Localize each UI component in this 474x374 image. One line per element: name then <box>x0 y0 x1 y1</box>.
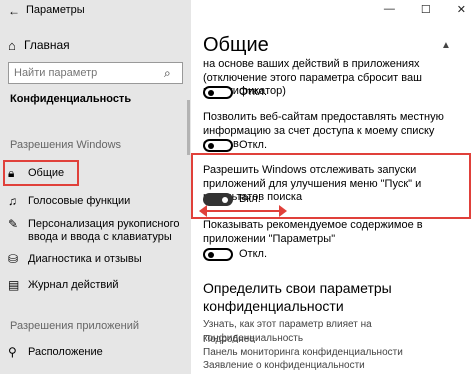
scroll-up-icon[interactable]: ▲ <box>441 40 451 51</box>
setting1-toggle[interactable] <box>203 86 233 99</box>
sidebar-item-label: Диагностика и отзывы <box>28 253 142 265</box>
search-icon[interactable]: ⌕ <box>164 66 171 81</box>
nav-home[interactable]: ⌂ Главная <box>8 37 70 53</box>
minimize-button[interactable]: — <box>384 3 395 16</box>
page-title: Общие <box>203 34 269 56</box>
diagnostics-icon: ⛁ <box>8 252 19 266</box>
back-arrow-icon[interactable]: ← <box>8 4 20 18</box>
sidebar-item-label: Журнал действий <box>28 279 119 291</box>
link-more[interactable]: Подробнее <box>203 334 255 345</box>
sidebar: ← Параметры ⌂ Главная ⌕ Конфиденциальнос… <box>0 0 191 374</box>
pen-icon: ✎ <box>8 217 19 231</box>
setting3-state: Вкл. <box>239 193 261 205</box>
lock-icon: 🔒︎ <box>8 165 15 180</box>
search-box[interactable]: ⌕ <box>8 62 183 84</box>
group-label-apps: Разрешения приложений <box>10 320 140 332</box>
link-dashboard[interactable]: Панель мониторинга конфиденциальности <box>203 347 403 358</box>
toggle-knob <box>208 90 214 96</box>
setting2-state: Откл. <box>239 139 268 151</box>
setting4-toggle[interactable] <box>203 248 233 261</box>
maximize-button[interactable]: ☐ <box>421 3 431 16</box>
setting4-state: Откл. <box>239 248 268 260</box>
arrow-line <box>205 210 279 212</box>
privacy-heading: Определить свои параметры конфиденциальн… <box>203 280 392 314</box>
search-input[interactable] <box>9 66 164 80</box>
speech-icon: ♫ <box>8 194 17 208</box>
location-icon: ⚲ <box>8 345 17 359</box>
setting1-state: Откл. <box>239 86 268 98</box>
arrow-right-icon <box>279 205 287 217</box>
toggle-knob <box>208 252 214 258</box>
sidebar-item-inking[interactable]: ✎ Персонализация рукописного ввода и вво… <box>8 218 186 244</box>
sidebar-item-label: Голосовые функции <box>28 195 131 207</box>
sidebar-item-general[interactable]: 🔒︎ Общие <box>3 160 79 186</box>
setting3-toggle[interactable] <box>203 193 233 206</box>
link-statement[interactable]: Заявление о конфиденциальности <box>203 360 365 371</box>
close-button[interactable]: ✕ <box>457 3 466 16</box>
sidebar-scrollbar[interactable] <box>187 100 190 155</box>
sidebar-item-location[interactable]: ⚲ Расположение <box>8 346 186 359</box>
sidebar-item-label: Персонализация рукописного ввода и ввода… <box>28 218 180 243</box>
sidebar-item-label: Общие <box>28 166 65 179</box>
sidebar-item-activity[interactable]: ▤ Журнал действий <box>8 279 186 292</box>
window-title: Параметры <box>26 4 85 16</box>
sidebar-item-speech[interactable]: ♫ Голосовые функции <box>8 195 186 208</box>
section-title: Конфиденциальность <box>10 93 132 105</box>
window-controls: — ☐ ✕ <box>384 3 466 16</box>
sidebar-item-label: Расположение <box>28 346 103 358</box>
toggle-knob <box>222 197 228 203</box>
setting4-description: Показывать рекомендуемое содержимое в пр… <box>203 219 423 245</box>
nav-home-label: Главная <box>24 38 70 52</box>
sidebar-item-diagnostics[interactable]: ⛁ Диагностика и отзывы <box>8 253 186 266</box>
toggle-knob <box>208 143 214 149</box>
group-label-windows: Разрешения Windows <box>10 139 122 151</box>
activity-icon: ▤ <box>8 278 20 292</box>
home-icon: ⌂ <box>8 37 16 53</box>
setting2-toggle[interactable] <box>203 139 233 152</box>
